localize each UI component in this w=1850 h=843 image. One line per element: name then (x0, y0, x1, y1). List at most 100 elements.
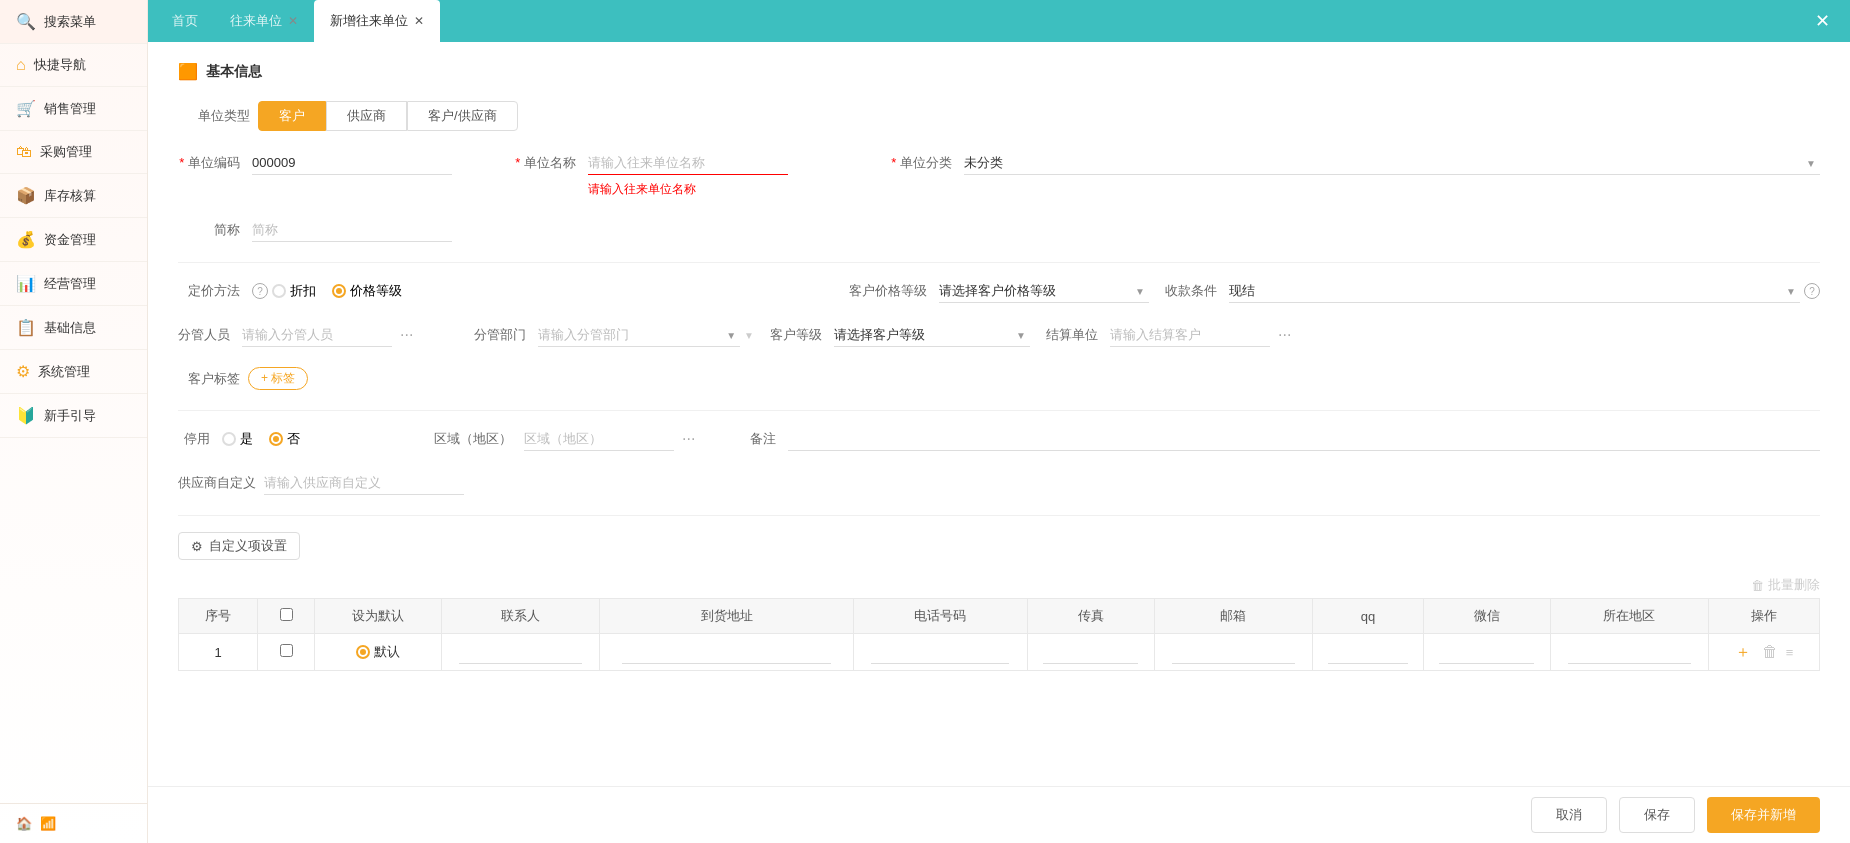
signal-icon: 📶 (40, 816, 56, 831)
cancel-button[interactable]: 取消 (1531, 797, 1607, 833)
operations-icon: 📊 (16, 274, 36, 293)
fax-input[interactable] (1043, 640, 1138, 664)
purchase-icon: 🛍 (16, 143, 32, 161)
th-contact: 联系人 (441, 599, 599, 634)
tab-new-partner[interactable]: 新增往来单位 ✕ (314, 0, 440, 42)
tab-home[interactable]: 首页 (156, 0, 214, 42)
td-qq (1313, 634, 1424, 671)
type-btn-supplier[interactable]: 供应商 (326, 101, 407, 131)
dept-dropdown-icon: ▼ (744, 330, 754, 341)
payment-terms-select[interactable]: 现结 (1229, 279, 1800, 303)
row-default-radio[interactable]: 默认 (325, 643, 431, 661)
td-action: ＋ 🗑 ≡ (1709, 634, 1820, 671)
radio-yes[interactable]: 是 (222, 430, 253, 448)
table-header-row: 序号 设为默认 联系人 到货地址 电话号码 传真 邮箱 qq 微信 所在地区 操… (179, 599, 1820, 634)
pricing-method-label: 定价方法 (178, 282, 248, 300)
radio-no-circle (269, 432, 283, 446)
section-title: 基本信息 (206, 63, 262, 81)
sidebar-item-label: 搜索菜单 (44, 13, 96, 31)
sidebar-item-sales[interactable]: 🛒 销售管理 (0, 87, 147, 131)
tab-partners[interactable]: 往来单位 ✕ (214, 0, 314, 42)
sidebar-item-finance[interactable]: 💰 资金管理 (0, 218, 147, 262)
contact-table: 序号 设为默认 联系人 到货地址 电话号码 传真 邮箱 qq 微信 所在地区 操… (178, 598, 1820, 671)
contact-input[interactable] (459, 640, 583, 664)
row-region-input[interactable] (1568, 640, 1692, 664)
disable-radio-group: 是 否 (222, 430, 300, 448)
radio-price-level[interactable]: 价格等级 (332, 282, 402, 300)
tab-new-partner-close[interactable]: ✕ (414, 14, 424, 28)
td-phone (853, 634, 1027, 671)
dept-input[interactable] (538, 323, 740, 347)
customer-price-select[interactable]: 请选择客户价格等级 (939, 279, 1149, 303)
tab-partners-label: 往来单位 (230, 12, 282, 30)
unit-code-input[interactable] (252, 151, 452, 175)
manager-input[interactable] (242, 323, 392, 347)
tab-partners-close[interactable]: ✕ (288, 14, 298, 28)
save-button[interactable]: 保存 (1619, 797, 1695, 833)
sidebar-item-guide[interactable]: 🔰 新手引导 (0, 394, 147, 438)
tab-home-label: 首页 (172, 12, 198, 30)
add-row-button[interactable]: ＋ (1735, 643, 1751, 660)
region-cell: 区域（地区） ··· (434, 427, 734, 451)
settlement-input[interactable] (1110, 323, 1270, 347)
th-default: 设为默认 (315, 599, 442, 634)
select-all-checkbox[interactable] (280, 608, 293, 621)
remark-input[interactable] (788, 427, 1820, 451)
main-area: 首页 往来单位 ✕ 新增往来单位 ✕ ✕ 🟧 基本信息 单位类型 客户 供应商 … (148, 0, 1850, 843)
dept-label: 分管部门 (474, 326, 534, 344)
supplier-custom-input[interactable] (264, 471, 464, 495)
payment-help-icon[interactable]: ? (1804, 283, 1820, 299)
phone-input[interactable] (871, 640, 1009, 664)
qq-input[interactable] (1328, 640, 1409, 664)
radio-yes-circle (222, 432, 236, 446)
supplier-custom-row: 供应商自定义 (178, 471, 1820, 495)
address-input[interactable] (622, 640, 831, 664)
row-default-circle (356, 645, 370, 659)
settlement-dots[interactable]: ··· (1274, 326, 1295, 344)
type-btn-both[interactable]: 客户/供应商 (407, 101, 518, 131)
pricing-method-cell: 定价方法 ? 折扣 价格等级 (178, 282, 833, 300)
pricing-help-icon[interactable]: ? (252, 283, 268, 299)
sidebar-item-basic-info[interactable]: 📋 基础信息 (0, 306, 147, 350)
sidebar-item-inventory[interactable]: 📦 库存核算 (0, 174, 147, 218)
customer-level-select[interactable]: 请选择客户等级 (834, 323, 1030, 347)
save-new-button[interactable]: 保存并新增 (1707, 797, 1820, 833)
email-input[interactable] (1172, 640, 1296, 664)
row-checkbox[interactable] (280, 644, 293, 657)
customer-tag-label: 客户标签 (178, 370, 248, 388)
sidebar-item-operations[interactable]: 📊 经营管理 (0, 262, 147, 306)
region-dots[interactable]: ··· (678, 430, 699, 448)
inventory-icon: 📦 (16, 186, 36, 205)
manager-cell: 分管人员 ··· (178, 323, 458, 347)
divider-2 (178, 410, 1820, 411)
sidebar-item-purchase[interactable]: 🛍 采购管理 (0, 131, 147, 174)
sidebar-item-label: 库存核算 (44, 187, 96, 205)
custom-setting-button[interactable]: ⚙ 自定义项设置 (178, 532, 300, 560)
tab-bar: 首页 往来单位 ✕ 新增往来单位 ✕ ✕ (148, 0, 1850, 42)
sidebar-item-quick-nav[interactable]: ⌂ 快捷导航 (0, 44, 147, 87)
short-name-input[interactable] (252, 218, 452, 242)
type-btn-customer[interactable]: 客户 (258, 101, 326, 131)
tab-bar-close[interactable]: ✕ (1803, 10, 1842, 32)
footer-bar: 取消 保存 保存并新增 (148, 786, 1850, 843)
unit-name-input[interactable] (588, 151, 788, 175)
delete-row-button[interactable]: 🗑 (1762, 643, 1778, 660)
radio-no[interactable]: 否 (269, 430, 300, 448)
sidebar-item-label: 新手引导 (44, 407, 96, 425)
manager-dots[interactable]: ··· (396, 326, 417, 344)
radio-discount[interactable]: 折扣 (272, 282, 316, 300)
disable-region-row: 停用 是 否 区域（地区） ··· (178, 427, 1820, 451)
sidebar-item-system[interactable]: ⚙ 系统管理 (0, 350, 147, 394)
th-qq: qq (1313, 599, 1424, 634)
th-fax: 传真 (1027, 599, 1154, 634)
customer-price-cell: 客户价格等级 请选择客户价格等级 (849, 279, 1149, 303)
add-tag-button[interactable]: + 标签 (248, 367, 308, 390)
radio-yes-label: 是 (240, 430, 253, 448)
batch-delete-label[interactable]: 批量删除 (1768, 576, 1820, 594)
system-icon: ⚙ (16, 362, 30, 381)
radio-price-level-circle (332, 284, 346, 298)
region-input[interactable] (524, 427, 674, 451)
wechat-input[interactable] (1439, 640, 1534, 664)
sidebar-item-search[interactable]: 🔍 搜索菜单 (0, 0, 147, 44)
unit-category-select[interactable]: 未分类 (964, 151, 1820, 175)
